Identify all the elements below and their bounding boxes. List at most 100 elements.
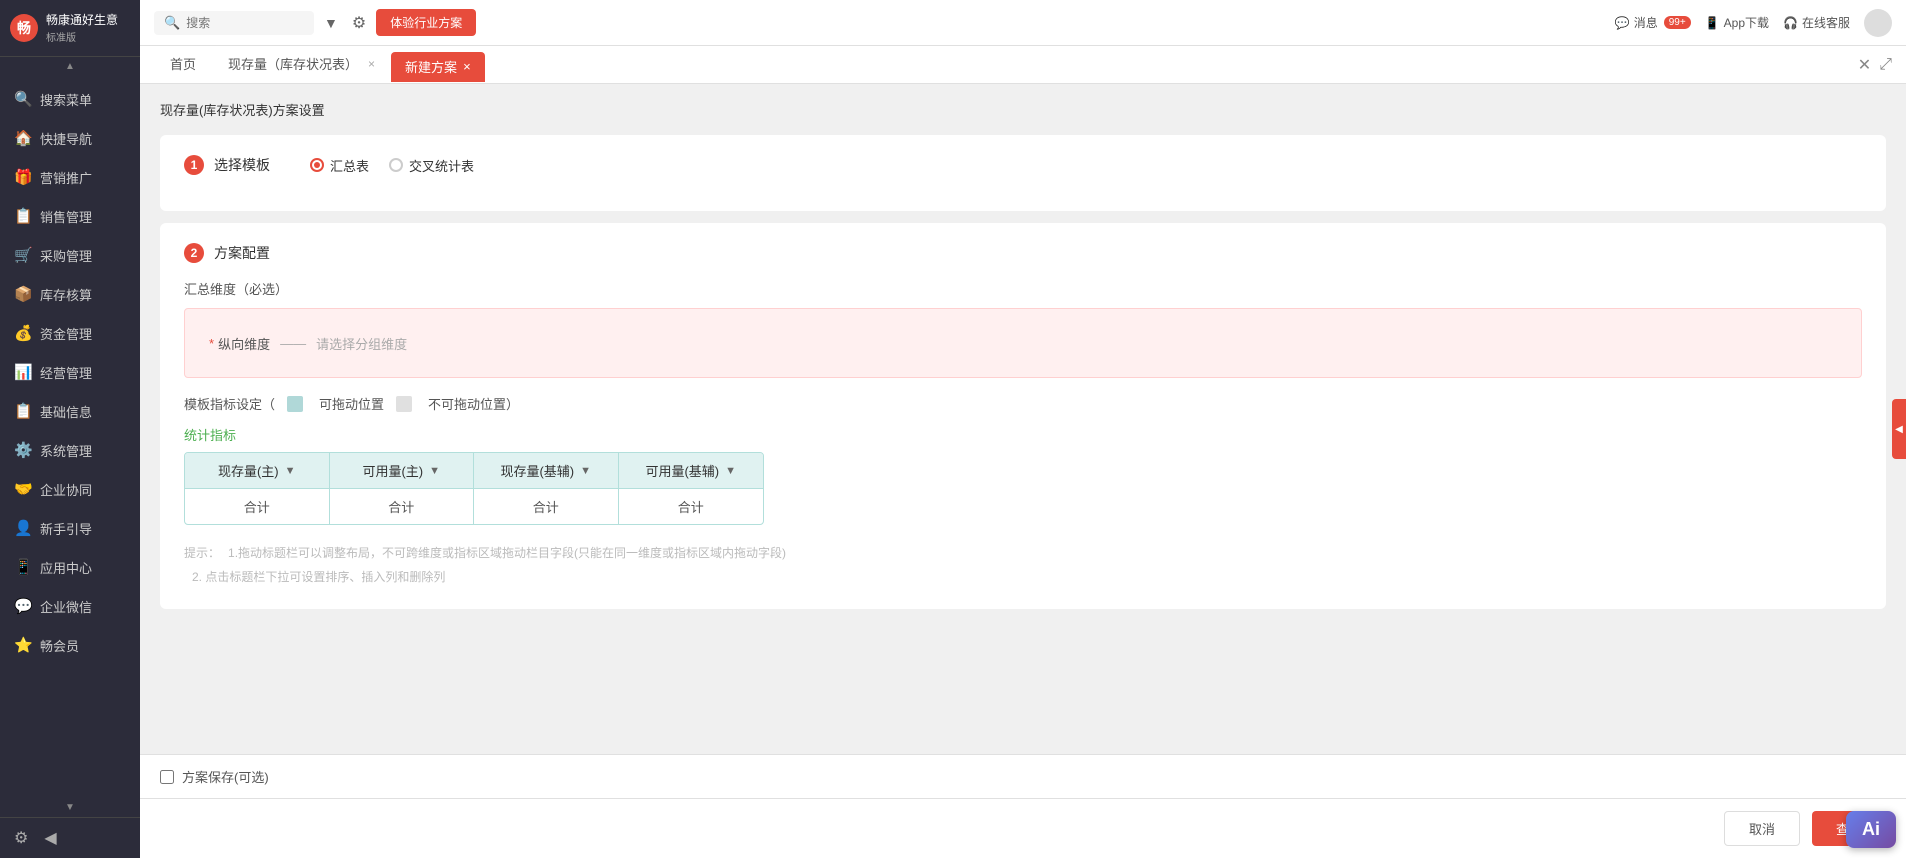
- sidebar-item-basic[interactable]: 📋 基础信息: [0, 392, 140, 431]
- user-icon: 👤: [14, 519, 32, 537]
- hint-1: 提示： 1.拖动标题栏可以调整布局，不可跨维度或指标区域拖动栏目字段(只能在同一…: [184, 541, 1862, 565]
- topbar: 🔍 ▼ ⚙ 体验行业方案 💬 消息 99+ 📱 App下载 🎧 在线客服: [140, 0, 1906, 46]
- sidebar-item-label: 资金管理: [40, 324, 92, 343]
- dimension-placeholder: 请选择分组维度: [316, 334, 407, 353]
- stats-col-2-dropdown[interactable]: ▼: [580, 465, 591, 477]
- stats-section-label: 统计指标: [184, 425, 1862, 444]
- sidebar-item-label: 畅会员: [40, 636, 79, 655]
- sidebar-item-guide[interactable]: 👤 新手引导: [0, 509, 140, 548]
- section1-title: 选择模板: [214, 155, 270, 175]
- tab-inventory[interactable]: 现存量（库存状况表） ×: [212, 46, 391, 84]
- sidebar-item-label: 应用中心: [40, 558, 92, 577]
- wechat-icon: 💬: [14, 597, 32, 615]
- topbar-settings-icon[interactable]: ⚙: [352, 13, 366, 33]
- section2-header: 2 方案配置: [184, 243, 1862, 263]
- section2-title: 方案配置: [214, 243, 270, 263]
- hint-text-2: 2. 点击标题栏下拉可设置排序、插入列和删除列: [192, 565, 445, 589]
- sidebar-item-purchase[interactable]: 🛒 采购管理: [0, 236, 140, 275]
- ai-float-button[interactable]: Ai: [1846, 811, 1896, 848]
- sidebar-item-label: 营销推广: [40, 168, 92, 187]
- headset-icon: 🎧: [1783, 16, 1798, 30]
- stats-col-0-label: 现存量(主): [218, 461, 279, 480]
- chart-icon: 📊: [14, 363, 32, 381]
- template-options: 汇总表 交叉统计表: [310, 156, 474, 175]
- collapse-icon[interactable]: ◀: [44, 828, 56, 848]
- sidebar-item-management[interactable]: 📊 经营管理: [0, 353, 140, 392]
- sidebar-item-wechat[interactable]: 💬 企业微信: [0, 587, 140, 626]
- stats-table-header: 现存量(主) ▼ 可用量(主) ▼ 现存量(基辅) ▼ 可用量(基辅) ▼: [185, 453, 763, 488]
- sidebar-item-shortcut[interactable]: 🏠 快捷导航: [0, 119, 140, 158]
- stats-cell-1: 合计: [330, 489, 475, 524]
- close-icon[interactable]: ✕: [1858, 55, 1871, 75]
- tab-home[interactable]: 首页: [154, 46, 212, 84]
- sidebar: 畅 畅康通好生意 标准版 ▲ 🔍 搜索菜单 🏠 快捷导航 🎁 营销推广 📋 销售…: [0, 0, 140, 858]
- section1-header: 1 选择模板 汇总表 交叉统计表: [184, 155, 1862, 175]
- tab-new-scheme[interactable]: 新建方案 ×: [391, 52, 485, 82]
- sidebar-nav: 🔍 搜索菜单 🏠 快捷导航 🎁 营销推广 📋 销售管理 🛒 采购管理 📦 库存核…: [0, 76, 140, 798]
- stats-col-0: 现存量(主) ▼: [185, 453, 330, 488]
- section1-number: 1: [184, 155, 204, 175]
- stats-col-2-label: 现存量(基辅): [500, 461, 574, 480]
- sidebar-item-sales[interactable]: 📋 销售管理: [0, 197, 140, 236]
- section2-number: 2: [184, 243, 204, 263]
- hint-2: 2. 点击标题栏下拉可设置排序、插入列和删除列: [184, 565, 1862, 589]
- sidebar-scroll-up[interactable]: ▲: [0, 57, 140, 76]
- cancel-button[interactable]: 取消: [1724, 811, 1800, 846]
- page-content: 现存量(库存状况表)方案设置 1 选择模板 汇总表 交叉统计表: [140, 84, 1906, 754]
- stats-col-0-dropdown[interactable]: ▼: [285, 465, 296, 477]
- stats-table: 现存量(主) ▼ 可用量(主) ▼ 现存量(基辅) ▼ 可用量(基辅) ▼: [184, 452, 764, 525]
- stats-col-3-label: 可用量(基辅): [645, 461, 719, 480]
- radio-cross[interactable]: 交叉统计表: [389, 156, 474, 175]
- sidebar-item-label: 快捷导航: [40, 129, 92, 148]
- stats-col-3-dropdown[interactable]: ▼: [725, 465, 736, 477]
- tabs-bar: 首页 现存量（库存状况表） × 新建方案 × ✕ ⤢: [140, 46, 1906, 84]
- new-tab-label: 新建方案: [405, 57, 457, 76]
- stats-col-1-label: 可用量(主): [362, 461, 423, 480]
- new-tab-close-icon[interactable]: ×: [463, 59, 471, 74]
- sidebar-item-label: 经营管理: [40, 363, 92, 382]
- online-service-item[interactable]: 🎧 在线客服: [1783, 14, 1850, 31]
- sidebar-item-label: 销售管理: [40, 207, 92, 226]
- sidebar-item-member[interactable]: ⭐ 畅会员: [0, 626, 140, 665]
- settings-icon[interactable]: ⚙: [14, 828, 28, 848]
- trial-button[interactable]: 体验行业方案: [376, 9, 476, 36]
- tabs-bar-right: ✕ ⤢: [1858, 55, 1892, 75]
- radio-summary[interactable]: 汇总表: [310, 156, 369, 175]
- home-icon: 🏠: [14, 129, 32, 147]
- online-service-label: 在线客服: [1802, 14, 1850, 31]
- sidebar-item-search[interactable]: 🔍 搜索菜单: [0, 80, 140, 119]
- save-checkbox[interactable]: [160, 770, 174, 784]
- sidebar-item-marketing[interactable]: 🎁 营销推广: [0, 158, 140, 197]
- inventory-tab-close[interactable]: ×: [368, 57, 375, 71]
- app-download-label: App下载: [1724, 14, 1769, 31]
- dimension-area[interactable]: * 纵向维度 —— 请选择分组维度: [184, 308, 1862, 378]
- app-download-item[interactable]: 📱 App下载: [1705, 14, 1769, 31]
- star-icon: ⭐: [14, 636, 32, 654]
- ai-label: Ai: [1862, 819, 1880, 840]
- search-icon: 🔍: [164, 15, 180, 31]
- sidebar-item-agreement[interactable]: 🤝 企业协同: [0, 470, 140, 509]
- logo-icon: 畅: [10, 14, 38, 42]
- sidebar-item-finance[interactable]: 💰 资金管理: [0, 314, 140, 353]
- right-panel-handle[interactable]: ◀: [1892, 399, 1906, 459]
- stats-col-1-dropdown[interactable]: ▼: [429, 465, 440, 477]
- stats-table-row: 合计 合计 合计 合计: [185, 488, 763, 524]
- sidebar-item-label: 库存核算: [40, 285, 92, 304]
- sidebar-item-system[interactable]: ⚙️ 系统管理: [0, 431, 140, 470]
- user-avatar[interactable]: [1864, 9, 1892, 37]
- message-item[interactable]: 💬 消息 99+: [1615, 14, 1691, 31]
- section-config: 2 方案配置 汇总维度（必选） * 纵向维度 —— 请选择分组维度 模板指标设定…: [160, 223, 1886, 609]
- inventory-tab-label: 现存量（库存状况表）: [228, 54, 358, 73]
- hints-area: 提示： 1.拖动标题栏可以调整布局，不可跨维度或指标区域拖动栏目字段(只能在同一…: [184, 541, 1862, 589]
- search-input[interactable]: [186, 16, 286, 30]
- money-icon: 💰: [14, 324, 32, 342]
- sidebar-item-app[interactable]: 📱 应用中心: [0, 548, 140, 587]
- expand-icon[interactable]: ⤢: [1879, 56, 1892, 74]
- sidebar-scroll-down[interactable]: ▼: [0, 798, 140, 817]
- topbar-dropdown-icon[interactable]: ▼: [324, 15, 338, 31]
- sidebar-item-inventory[interactable]: 📦 库存核算: [0, 275, 140, 314]
- dimension-dash: ——: [280, 336, 306, 351]
- stats-cell-3: 合计: [619, 489, 764, 524]
- search-icon: 🔍: [14, 90, 32, 108]
- indicator-settings: 模板指标设定（ 可拖动位置 不可拖动位置）: [184, 394, 1862, 413]
